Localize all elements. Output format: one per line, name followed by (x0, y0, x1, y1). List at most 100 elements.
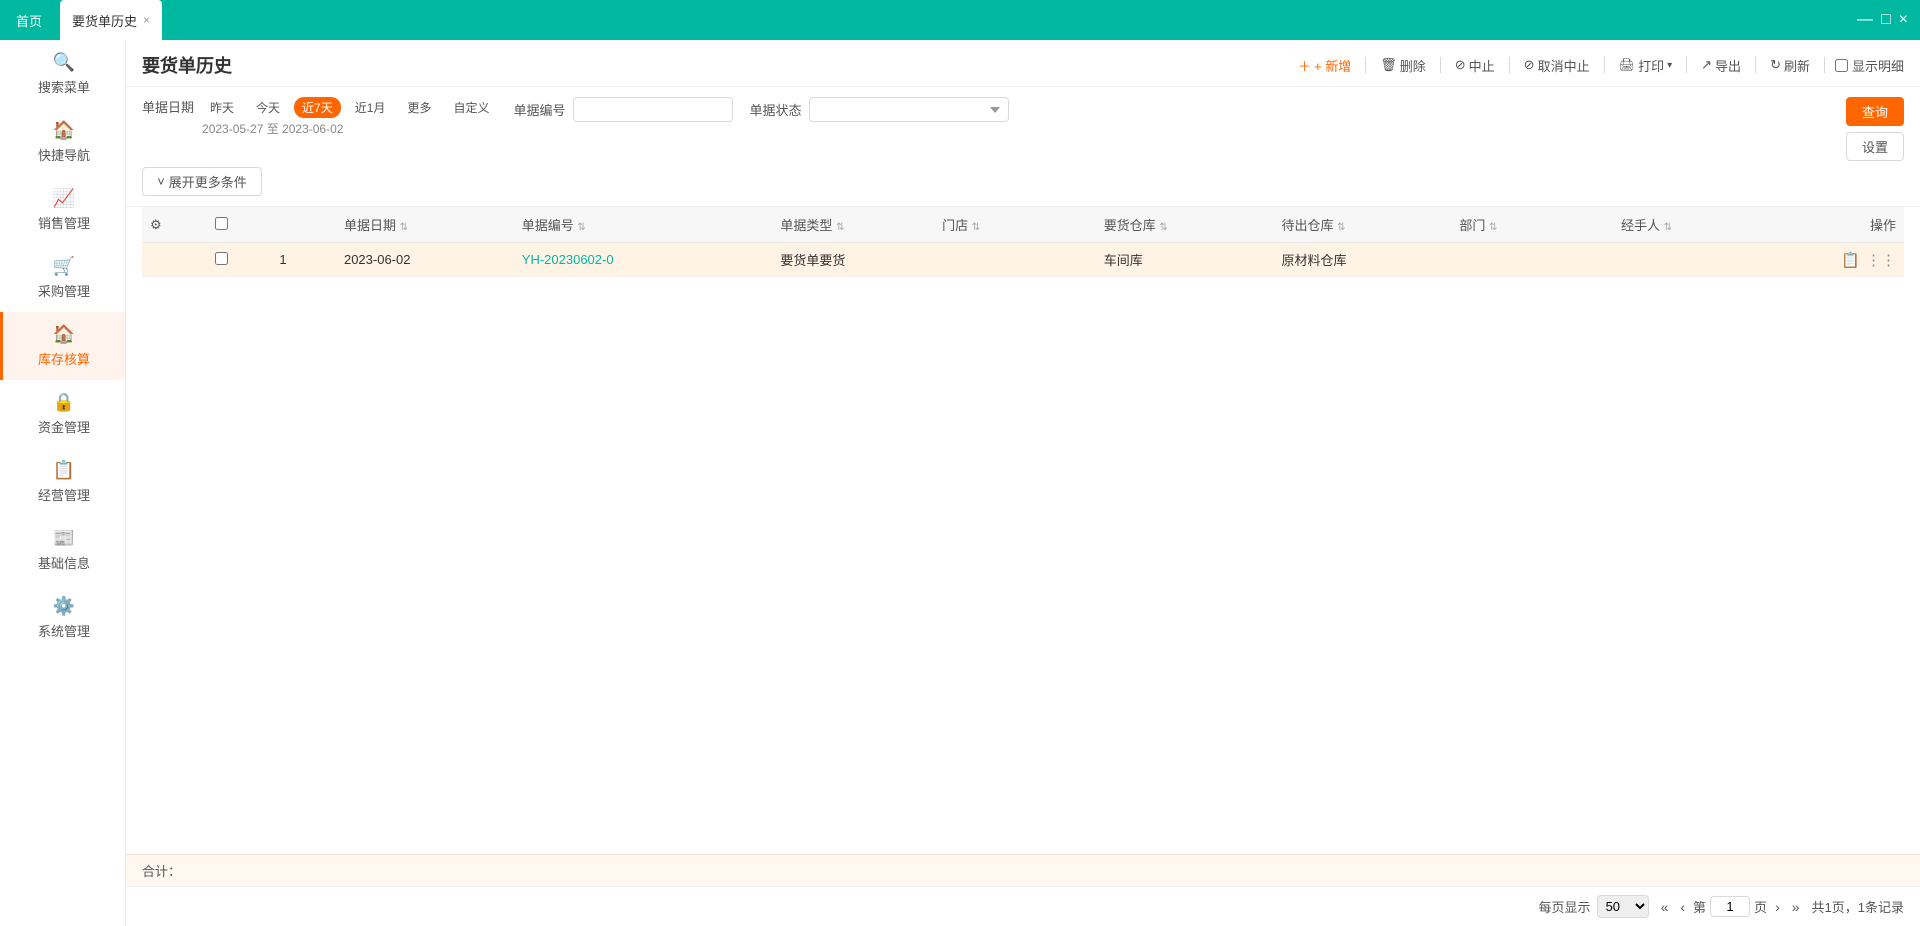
col-date[interactable]: 单据日期 ⇅ (336, 207, 514, 243)
next-button[interactable]: › (1771, 897, 1784, 917)
per-page-select[interactable]: 10 20 50 100 (1597, 895, 1649, 918)
col-settings: ⚙ (142, 207, 207, 243)
row-warehouse: 车间库 (1096, 243, 1274, 277)
date-btn-today[interactable]: 今天 (248, 97, 288, 118)
display-detail-checkbox[interactable] (1835, 59, 1848, 72)
col-warehouse[interactable]: 要货仓库 ⇅ (1096, 207, 1274, 243)
sidebar-item-operations[interactable]: 📋 经营管理 (0, 448, 125, 516)
refresh-button[interactable]: ↻ 刷新 (1766, 56, 1814, 75)
export-button[interactable]: ↗ 导出 (1697, 56, 1745, 75)
col-warehouse-label: 要货仓库 (1104, 218, 1156, 233)
divider (1365, 57, 1366, 73)
sort-icon7: ⇅ (1489, 222, 1497, 233)
print-icon: 🖨 (1619, 57, 1636, 73)
edit-icon[interactable]: 📋 (1841, 251, 1860, 269)
sidebar-item-quicknav[interactable]: 🏠 快捷导航 (0, 108, 125, 176)
date-btn-1month[interactable]: 近1月 (347, 97, 394, 118)
col-dept[interactable]: 部门 ⇅ (1451, 207, 1613, 243)
sidebar-item-inventory[interactable]: 🏠 库存核算 (0, 312, 125, 380)
page-header: 要货单历史 ＋ + 新增 🗑 删除 ⊘ 中止 ⊘ (126, 40, 1920, 87)
row-num: YH-20230602-0 (514, 243, 773, 277)
pagination: 每页显示 10 20 50 100 « ‹ 第 1 页 › » 共1页，1条记录 (126, 886, 1920, 926)
page-input[interactable]: 1 (1710, 896, 1750, 917)
sidebar-item-label: 资金管理 (38, 417, 90, 436)
tab-active[interactable]: 要货单历史 × (60, 0, 162, 40)
print-button[interactable]: 🖨 打印 ▾ (1615, 56, 1677, 75)
row-ops: 📋 ⋮⋮ (1775, 243, 1904, 277)
date-btn-custom[interactable]: 自定义 (445, 97, 497, 118)
col-wait-warehouse[interactable]: 待出仓库 ⇅ (1274, 207, 1452, 243)
docnum-filter-group: 单据编号 (513, 97, 733, 122)
inventory-icon: 🏠 (53, 324, 75, 345)
new-icon: ＋ (1298, 56, 1311, 75)
stop-button[interactable]: ⊘ 中止 (1451, 56, 1499, 75)
cancel-stop-button[interactable]: ⊘ 取消中止 (1520, 56, 1594, 75)
col-handler[interactable]: 经手人 ⇅ (1613, 207, 1775, 243)
sidebar-item-finance[interactable]: 🔒 资金管理 (0, 380, 125, 448)
cancel-stop-icon: ⊘ (1524, 57, 1535, 73)
divider4 (1604, 57, 1605, 73)
query-button[interactable]: 查询 (1846, 97, 1904, 126)
date-filter-col: 昨天 今天 近7天 近1月 更多 自定义 2023-05-27 至 2023-0… (202, 97, 497, 137)
row-handler (1613, 243, 1775, 277)
col-type[interactable]: 单据类型 ⇅ (772, 207, 934, 243)
row-num-link[interactable]: YH-20230602-0 (522, 252, 614, 267)
date-btn-more[interactable]: 更多 (399, 97, 439, 118)
window-close-button[interactable]: × (1899, 11, 1908, 29)
date-btn-7days[interactable]: 近7天 (294, 97, 341, 118)
table-header-row: ⚙ 单据日期 ⇅ 单据编号 ⇅ (142, 207, 1904, 243)
sort-icon3: ⇅ (836, 222, 844, 233)
footer-summary: 合计： (126, 854, 1920, 886)
table-row: 1 2023-06-02 YH-20230602-0 要货单要货 车间库 原材料… (142, 243, 1904, 277)
sidebar-item-basicinfo[interactable]: 📰 基础信息 (0, 516, 125, 584)
col-store[interactable]: 门店 ⇅ (934, 207, 1096, 243)
sidebar-item-label: 销售管理 (38, 213, 90, 232)
col-handler-label: 经手人 (1621, 218, 1660, 233)
prev-button[interactable]: ‹ (1676, 897, 1689, 917)
status-filter-select[interactable] (809, 97, 1009, 122)
purchase-icon: 🛒 (53, 256, 75, 277)
cancel-stop-label: 取消中止 (1538, 56, 1590, 75)
row-settings (142, 243, 207, 277)
home-icon: 🏠 (53, 120, 75, 141)
col-no (271, 207, 336, 243)
tab-close-icon[interactable]: × (143, 13, 150, 27)
settings-icon[interactable]: ⚙ (150, 217, 162, 232)
expand-more-button[interactable]: ˅ 展开更多条件 (142, 167, 262, 196)
new-button[interactable]: ＋ + 新增 (1294, 56, 1355, 75)
chevron-down-icon: ˅ (157, 174, 165, 189)
more-icon[interactable]: ⋮⋮ (1866, 251, 1896, 269)
sort-icon6: ⇅ (1337, 222, 1345, 233)
sidebar-item-sales[interactable]: 📈 销售管理 (0, 176, 125, 244)
date-filter-group: 单据日期 昨天 今天 近7天 近1月 更多 自定义 2023-05-27 至 2… (142, 97, 497, 137)
total-info: 共1页，1条记录 (1812, 897, 1904, 916)
table-body: 1 2023-06-02 YH-20230602-0 要货单要货 车间库 原材料… (142, 243, 1904, 277)
status-filter-group: 单据状态 (749, 97, 1009, 122)
sidebar-item-system[interactable]: ⚙️ 系统管理 (0, 584, 125, 652)
delete-label: 删除 (1400, 56, 1426, 75)
next-group-button[interactable]: » (1788, 897, 1804, 917)
minimize-button[interactable]: — (1857, 11, 1873, 29)
filter-main-row: 单据日期 昨天 今天 近7天 近1月 更多 自定义 2023-05-27 至 2… (142, 97, 1904, 161)
select-all-checkbox[interactable] (215, 217, 228, 230)
sales-icon: 📈 (53, 188, 75, 209)
docnum-filter-input[interactable] (573, 97, 733, 122)
display-detail-toggle[interactable]: 显示明细 (1835, 56, 1904, 75)
window-controls: — □ × (1857, 11, 1920, 29)
sidebar-item-search[interactable]: 🔍 搜索菜单 (0, 40, 125, 108)
filter-area: 单据日期 昨天 今天 近7天 近1月 更多 自定义 2023-05-27 至 2… (126, 87, 1920, 207)
sidebar-item-purchase[interactable]: 🛒 采购管理 (0, 244, 125, 312)
date-btn-yesterday[interactable]: 昨天 (202, 97, 242, 118)
date-range-display: 2023-05-27 至 2023-06-02 (202, 120, 497, 137)
col-num[interactable]: 单据编号 ⇅ (514, 207, 773, 243)
setting-button[interactable]: 设置 (1846, 132, 1904, 161)
col-check (207, 207, 272, 243)
row-checkbox[interactable] (215, 252, 228, 265)
active-tab-label: 要货单历史 (72, 11, 137, 30)
delete-button[interactable]: 🗑 删除 (1376, 56, 1430, 75)
pagination-btns: « ‹ 第 1 页 › » (1657, 896, 1804, 917)
prev-group-button[interactable]: « (1657, 897, 1673, 917)
divider6 (1755, 57, 1756, 73)
tab-home[interactable]: 首页 (0, 0, 58, 40)
maximize-button[interactable]: □ (1881, 11, 1891, 29)
